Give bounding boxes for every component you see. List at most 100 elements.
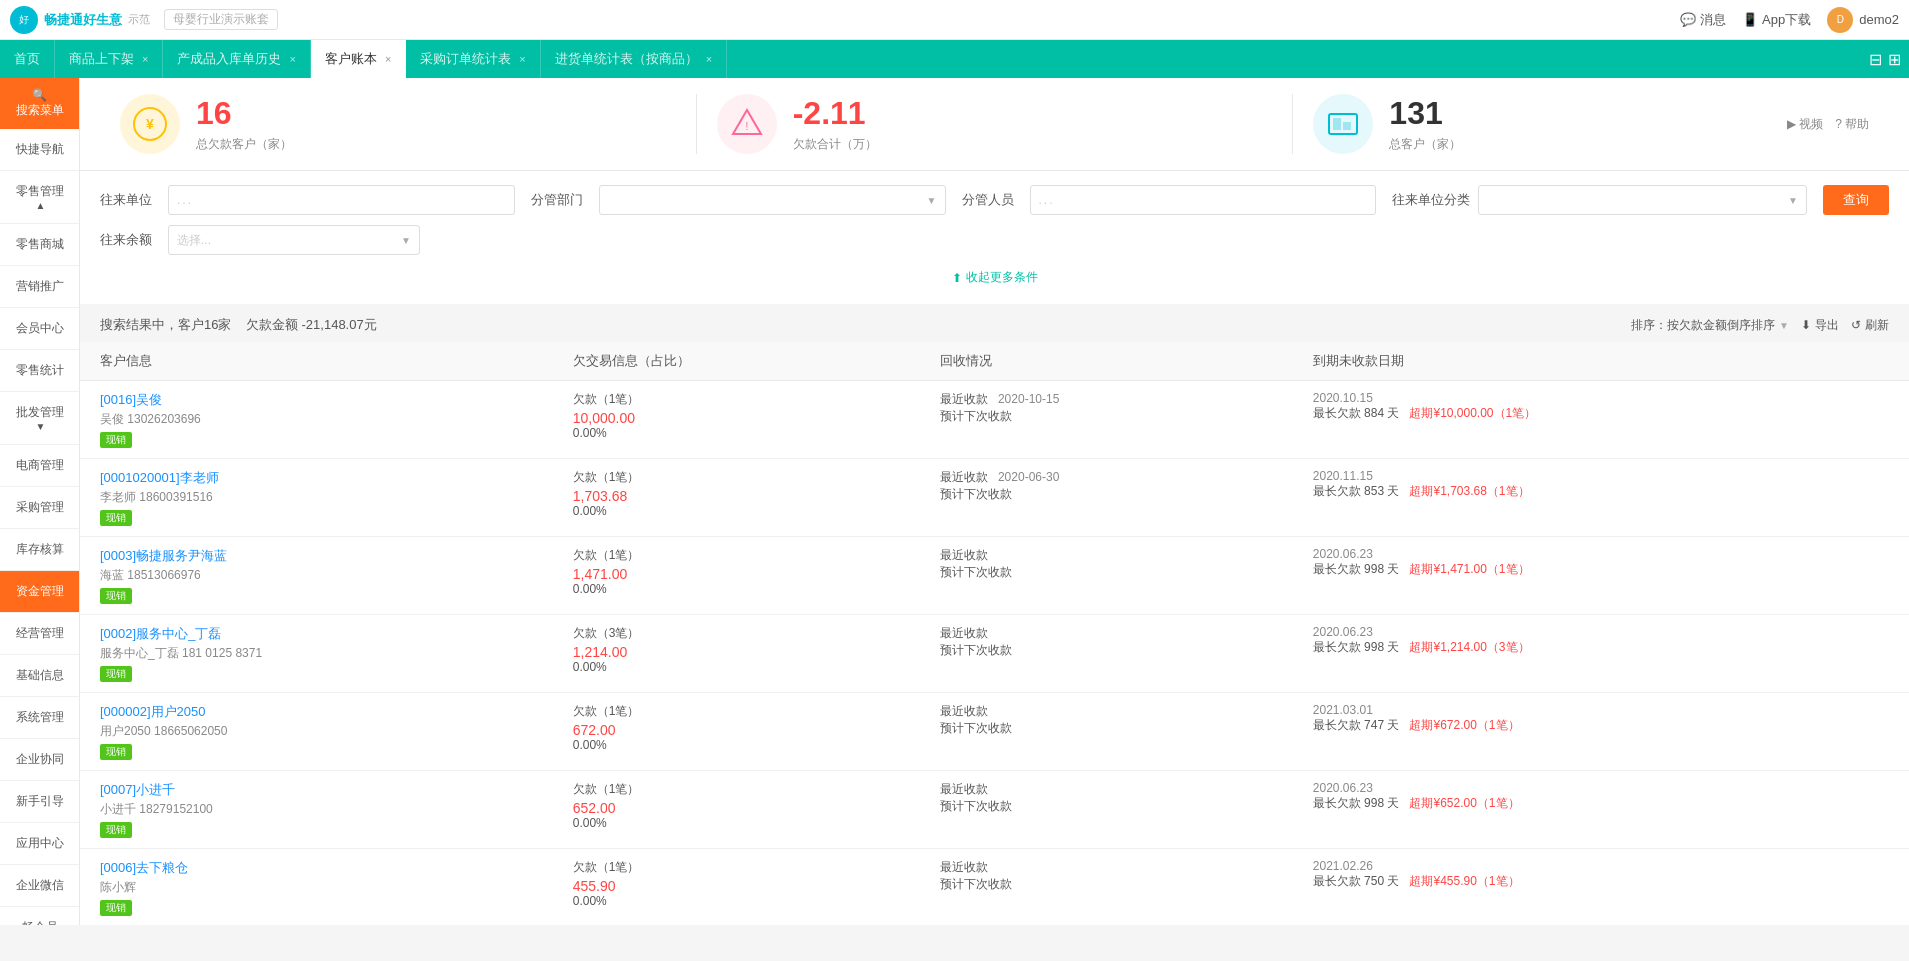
sidebar-item-retail-management[interactable]: 零售管理 ▲ [0,171,79,224]
customer-name-6[interactable]: [0006]去下粮仓 [100,859,533,877]
col-header-due: 到期未收款日期 [1293,342,1909,381]
manager-input[interactable]: ... [1030,185,1377,215]
filter-area: 往来单位 ... 分管部门 ▼ 分管人员 ... [80,171,1909,304]
due-cell-3: 2020.06.23 最长欠款 998 天 超期¥1,214.00（3笔） [1293,615,1909,693]
debt-amount-1[interactable]: 1,703.68 [573,488,900,504]
sidebar-item-inventory[interactable]: 库存核算 [0,529,79,571]
user-avatar[interactable]: D demo2 [1827,7,1899,33]
next-collect-6: 预计下次收款 [940,876,1273,893]
debt-cell-6: 欠款（1笔） 455.90 0.00% [553,849,920,926]
table-row: [0007]小进千 小进千 18279152100 现销 欠款（1笔） 652.… [80,771,1909,849]
unit-cat-select[interactable]: ▼ [1478,185,1807,215]
close-tab-stock-stats[interactable]: × [706,53,712,65]
debt-amount-5[interactable]: 652.00 [573,800,900,816]
message-btn[interactable]: 💬 消息 [1680,11,1726,29]
overdue-amount-6[interactable]: 超期¥455.90（1笔） [1409,874,1519,888]
maximize-btn[interactable]: ⊞ [1888,50,1901,69]
tab-customer-ledger[interactable]: 客户账本 × [311,40,406,78]
customer-cell-4: [000002]用户2050 用户2050 18665062050 现销 [80,693,553,771]
sidebar-item-retail-shop[interactable]: 零售商城 [0,224,79,266]
table-row: [000002]用户2050 用户2050 18665062050 现销 欠款（… [80,693,1909,771]
source-unit-input[interactable]: ... [168,185,515,215]
sidebar-item-enterprise[interactable]: 企业协同 [0,739,79,781]
sidebar-item-marketing[interactable]: 营销推广 [0,266,79,308]
overdue-amount-2[interactable]: 超期¥1,471.00（1笔） [1409,562,1529,576]
dept-select[interactable]: ▼ [599,185,946,215]
tab-stock-stats[interactable]: 进货单统计表（按商品） × [541,40,727,78]
debt-amount-6[interactable]: 455.90 [573,878,900,894]
tab-products[interactable]: 商品上下架 × [55,40,163,78]
search-button[interactable]: 查询 [1823,185,1889,215]
arrow-down-icon: ▼ [36,421,46,432]
close-tab-purchase[interactable]: × [519,53,525,65]
help-btn[interactable]: ? 帮助 [1835,116,1869,133]
sidebar-item-quick-nav[interactable]: 快捷导航 [0,129,79,171]
app-download-btn[interactable]: 📱 App下载 [1742,11,1811,29]
customer-name-5[interactable]: [0007]小进千 [100,781,533,799]
table-row: [0003]畅捷服务尹海蓝 海蓝 18513066976 现销 欠款（1笔） 1… [80,537,1909,615]
customer-name-3[interactable]: [0002]服务中心_丁磊 [100,625,533,643]
last-collect-label-5: 最近收款 [940,781,1273,798]
overdue-amount-5[interactable]: 超期¥652.00（1笔） [1409,796,1519,810]
sidebar-item-system[interactable]: 系统管理 [0,697,79,739]
customer-name-1[interactable]: [0001020001]李老师 [100,469,533,487]
company-selector[interactable]: 母婴行业演示账套 [164,9,278,30]
sidebar-item-members[interactable]: 会员中心 [0,308,79,350]
tabs-bar: 首页 商品上下架 × 产成品入库单历史 × 客户账本 × 采购订单统计表 × 进… [0,40,1909,78]
sidebar-item-wholesale[interactable]: 批发管理 ▼ [0,392,79,445]
sidebar-item-member-plus[interactable]: 畅会员 [0,907,79,925]
tab-purchase-stats[interactable]: 采购订单统计表 × [406,40,540,78]
minimize-btn[interactable]: ⊟ [1869,50,1882,69]
customer-name-2[interactable]: [0003]畅捷服务尹海蓝 [100,547,533,565]
close-tab-products[interactable]: × [142,53,148,65]
unit-cat-chevron: ▼ [1788,195,1798,206]
tab-stock-history[interactable]: 产成品入库单历史 × [163,40,310,78]
tab-home[interactable]: 首页 [0,40,55,78]
overdue-amount-3[interactable]: 超期¥1,214.00（3笔） [1409,640,1529,654]
sidebar-item-wechat[interactable]: 企业微信 [0,865,79,907]
overdue-days-3: 最长欠款 998 天 超期¥1,214.00（3笔） [1313,639,1889,656]
overdue-amount-1[interactable]: 超期¥1,703.68（1笔） [1409,484,1529,498]
filter-manager: 分管人员 ... [962,185,1377,215]
sidebar-item-finance[interactable]: 资金管理 [0,571,79,613]
customer-name-4[interactable]: [000002]用户2050 [100,703,533,721]
sidebar-item-operations[interactable]: 经营管理 [0,613,79,655]
debt-amount-0[interactable]: 10,000.00 [573,410,900,426]
download-icon: 📱 [1742,12,1758,27]
debt-customers-label: 总欠款客户（家） [196,136,292,153]
sidebar-item-apps[interactable]: 应用中心 [0,823,79,865]
debt-amount-3[interactable]: 1,214.00 [573,644,900,660]
sidebar-search[interactable]: 🔍 搜索菜单 [0,78,79,129]
close-tab-stock[interactable]: × [289,53,295,65]
export-btn[interactable]: ⬇ 导出 [1801,317,1839,334]
table-row: [0001020001]李老师 李老师 18600391516 现销 欠款（1笔… [80,459,1909,537]
customer-badge-0: 现销 [100,432,132,448]
last-collect-label-6: 最近收款 [940,859,1273,876]
sidebar-item-guide[interactable]: 新手引导 [0,781,79,823]
refresh-btn[interactable]: ↺ 刷新 [1851,317,1889,334]
sidebar-item-retail-stats[interactable]: 零售统计 [0,350,79,392]
debt-amount-4[interactable]: 672.00 [573,722,900,738]
debt-amount-2[interactable]: 1,471.00 [573,566,900,582]
close-tab-ledger[interactable]: × [385,53,391,65]
overdue-amount-0[interactable]: 超期¥10,000.00（1笔） [1409,406,1536,420]
sidebar-item-basic-info[interactable]: 基础信息 [0,655,79,697]
overdue-amount-4[interactable]: 超期¥672.00（1笔） [1409,718,1519,732]
sidebar-item-purchase[interactable]: 采购管理 [0,487,79,529]
customer-contact-5: 小进千 18279152100 [100,801,533,818]
last-collect-label-3: 最近收款 [940,625,1273,642]
svg-rect-5 [1333,118,1341,130]
collapse-btn[interactable]: ⬆ 收起更多条件 [100,265,1889,290]
sort-select[interactable]: 排序：按欠款金额倒序排序 ▼ [1631,317,1789,334]
debt-total-label: 欠款合计（万） [793,136,877,153]
customer-name-0[interactable]: [0016]吴俊 [100,391,533,409]
filter-unit-cat-label: 往来单位分类 [1392,191,1470,209]
customer-cell-5: [0007]小进千 小进千 18279152100 现销 [80,771,553,849]
video-btn[interactable]: ▶ 视频 [1787,116,1823,133]
table-row: [0006]去下粮仓 陈小辉 现销 欠款（1笔） 455.90 0.00% 最近… [80,849,1909,926]
collection-cell-6: 最近收款 预计下次收款 [920,849,1293,926]
overdue-days-2: 最长欠款 998 天 超期¥1,471.00（1笔） [1313,561,1889,578]
sidebar-item-ecommerce[interactable]: 电商管理 [0,445,79,487]
debt-desc-3: 欠款（3笔） [573,625,900,642]
balance-select[interactable]: 选择... ▼ [168,225,420,255]
